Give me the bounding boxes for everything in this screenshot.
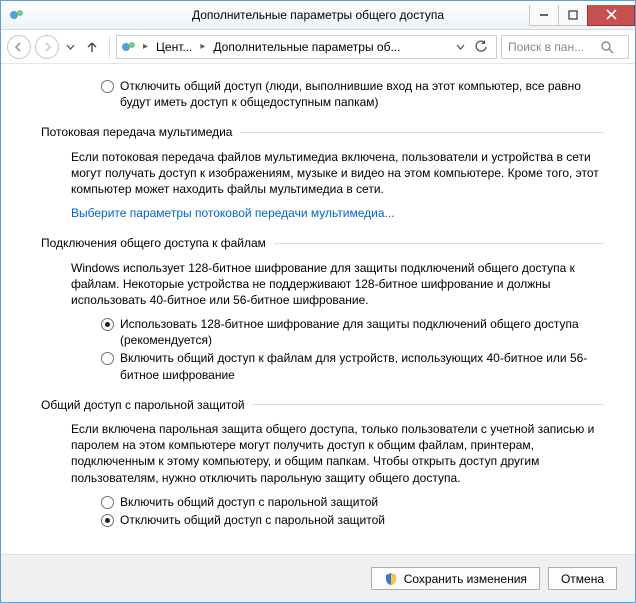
media-streaming-description: Если потоковая передача файлов мультимед… [71, 149, 603, 198]
radio-icon [101, 514, 114, 527]
encryption-40-label: Включить общий доступ к файлам для устро… [120, 350, 603, 382]
password-sharing-description: Если включена парольная защита общего до… [71, 421, 603, 486]
chevron-right-icon[interactable]: ▸ [196, 41, 209, 52]
file-encryption-header: Подключения общего доступа к файлам [41, 235, 603, 251]
forward-button[interactable] [35, 35, 59, 59]
radio-icon [101, 352, 114, 365]
public-sharing-off-label: Отключить общий доступ (люди, выполнивши… [120, 78, 603, 110]
media-streaming-header: Потоковая передача мультимедиа [41, 124, 603, 140]
address-bar[interactable]: ▸ Цент... ▸ Дополнительные параметры об.… [116, 35, 497, 59]
navigation-bar: ▸ Цент... ▸ Дополнительные параметры об.… [1, 30, 635, 64]
search-box[interactable] [501, 35, 629, 59]
search-icon [600, 40, 614, 54]
back-button[interactable] [7, 35, 31, 59]
chevron-right-icon[interactable]: ▸ [139, 41, 152, 52]
file-encryption-description: Windows использует 128-битное шифрование… [71, 260, 603, 309]
password-sharing-header: Общий доступ с парольной защитой [41, 397, 603, 413]
encryption-40-option[interactable]: Включить общий доступ к файлам для устро… [101, 350, 603, 382]
encryption-128-option[interactable]: Использовать 128-битное шифрование для з… [101, 316, 603, 348]
file-encryption-title: Подключения общего доступа к файлам [41, 235, 266, 251]
save-button[interactable]: Сохранить изменения [371, 567, 540, 590]
refresh-button[interactable] [471, 40, 492, 53]
password-on-option[interactable]: Включить общий доступ с парольной защито… [101, 494, 603, 510]
breadcrumb-segment-2[interactable]: Дополнительные параметры об... [211, 40, 402, 54]
divider [274, 243, 603, 244]
nav-separator [109, 36, 110, 58]
media-streaming-link[interactable]: Выберите параметры потоковой передачи му… [71, 205, 395, 221]
save-button-label: Сохранить изменения [404, 572, 527, 586]
window-buttons [530, 5, 635, 26]
encryption-128-label: Использовать 128-битное шифрование для з… [120, 316, 603, 348]
radio-icon [101, 318, 114, 331]
divider [253, 404, 603, 405]
radio-icon [101, 80, 114, 93]
password-off-label: Отключить общий доступ с парольной защит… [120, 512, 385, 528]
titlebar[interactable]: Дополнительные параметры общего доступа [1, 1, 635, 30]
up-button[interactable] [81, 36, 103, 58]
window-frame: Дополнительные параметры общего доступа [0, 0, 636, 603]
close-button[interactable] [587, 5, 635, 26]
maximize-button[interactable] [558, 5, 588, 26]
password-sharing-title: Общий доступ с парольной защитой [41, 397, 245, 413]
footer-bar: Сохранить изменения Отмена [1, 554, 635, 602]
control-panel-icon [9, 7, 25, 23]
breadcrumb-segment-1[interactable]: Цент... [154, 40, 194, 54]
minimize-button[interactable] [529, 5, 559, 26]
cancel-button[interactable]: Отмена [548, 567, 617, 590]
password-off-option[interactable]: Отключить общий доступ с парольной защит… [101, 512, 603, 528]
radio-icon [101, 496, 114, 509]
content-area: Отключить общий доступ (люди, выполнивши… [1, 64, 635, 554]
cancel-button-label: Отмена [561, 572, 604, 586]
media-streaming-title: Потоковая передача мультимедиа [41, 124, 232, 140]
divider [240, 132, 603, 133]
password-on-label: Включить общий доступ с парольной защито… [120, 494, 378, 510]
public-sharing-off-option[interactable]: Отключить общий доступ (люди, выполнивши… [101, 78, 603, 110]
address-dropdown[interactable] [452, 42, 469, 51]
history-dropdown[interactable] [63, 35, 77, 59]
shield-icon [384, 572, 398, 586]
search-input[interactable] [506, 39, 596, 55]
location-icon [121, 39, 137, 55]
